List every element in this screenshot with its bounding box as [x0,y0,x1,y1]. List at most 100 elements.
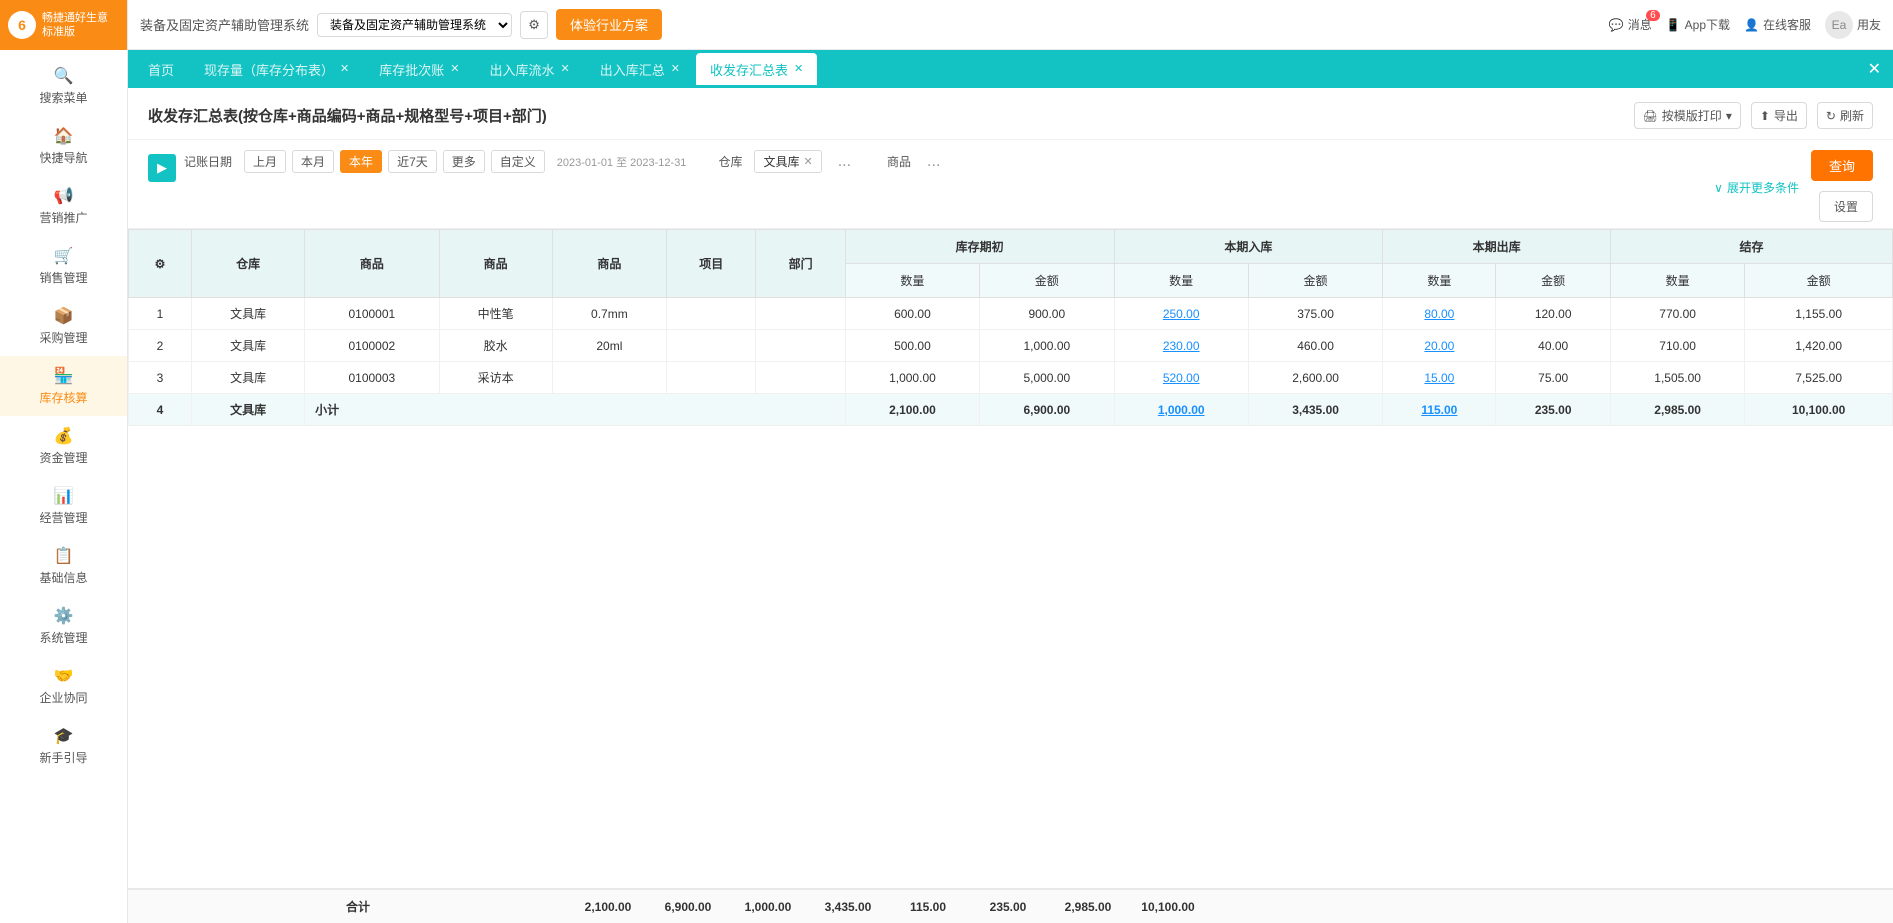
th-close-amt: 金额 [1745,264,1893,298]
th-product-code: 商品 [305,230,439,298]
cell-out-qty[interactable]: 15.00 [1383,362,1496,394]
sidebar-item-enterprise[interactable]: 🤝企业协同 [0,656,127,716]
subtotal-in-qty[interactable]: 1,000.00 [1114,394,1248,426]
cell-product-name: 中性笔 [439,298,552,330]
table-row: 3 文具库 0100003 采访本 1,000.00 5,000.00 520.… [129,362,1893,394]
date-btn-自定义[interactable]: 自定义 [491,150,545,173]
tab-inout-summary[interactable]: 出入库汇总 ✕ [586,53,694,85]
th-period-out: 本期出库 [1383,230,1611,264]
system-icon: ⚙️ [54,606,74,626]
tab-label: 出入库汇总 [600,60,665,79]
product-filter-label: 商品 [887,153,911,170]
cell-open-amt: 5,000.00 [980,362,1114,394]
filter-row-1: 记账日期 上月本月本年近7天更多自定义 2023-01-01 至 2023-12… [184,150,1799,173]
cell-in-amt: 2,600.00 [1248,362,1382,394]
expand-row: ∨ 展开更多条件 [184,173,1799,202]
tab-close-inventory-dist[interactable]: ✕ [340,64,349,75]
tab-collect-summary[interactable]: 收发存汇总表✕ [696,53,817,85]
warehouse-tag-close[interactable]: ✕ [803,155,812,168]
system-select[interactable]: 装备及固定资产辅助管理系统 [317,13,512,37]
page-inner: 收发存汇总表(按仓库+商品编码+商品+规格型号+项目+部门) 🖨 按模版打印 ▾… [128,88,1893,923]
filter-toggle-btn[interactable]: ▶ [148,154,176,182]
tab-close-inout-summary[interactable]: ✕ [671,64,680,75]
date-range-display: 2023-01-01 至 2023-12-31 [557,154,687,170]
user-avatar: Ea [1825,11,1853,39]
date-btn-本月[interactable]: 本月 [292,150,334,173]
message-btn[interactable]: 💬 消息 6 [1609,16,1652,33]
cell-in-qty[interactable]: 250.00 [1114,298,1248,330]
sidebar-item-newbie[interactable]: 🎓新手引导 [0,716,127,776]
cell-out-qty[interactable]: 20.00 [1383,330,1496,362]
th-project: 项目 [667,230,756,298]
sidebar-item-label: 资金管理 [39,449,87,466]
topbar-settings-btn[interactable]: ⚙ [520,11,548,39]
online-service-btn[interactable]: 👤 在线客服 [1744,16,1811,33]
date-btn-更多[interactable]: 更多 [443,150,485,173]
tab-batch[interactable]: 库存批次账✕ [365,53,473,85]
date-btn-上月[interactable]: 上月 [244,150,286,173]
tab-close-batch[interactable]: ✕ [450,64,459,75]
app-download-btn[interactable]: 📱 App下载 [1666,16,1730,33]
sidebar-item-label: 库存核算 [39,389,87,406]
cell-in-qty[interactable]: 230.00 [1114,330,1248,362]
sidebar-item-basic[interactable]: 📋基础信息 [0,536,127,596]
tabbar: 首页现存量（库存分布表）✕库存批次账✕出入库流水✕出入库汇总✕收发存汇总表✕✕ [128,50,1893,88]
page-actions: 🖨 按模版打印 ▾ ⬆ 导出 ↻ 刷新 [1634,102,1873,129]
sidebar-item-purchase[interactable]: 📦采购管理 [0,296,127,356]
logo-icon: 6 [8,11,36,39]
th-closing: 结存 [1610,230,1892,264]
tab-close-inout-flow[interactable]: ✕ [561,64,570,75]
cell-product-code: 0100001 [305,298,439,330]
warehouse-more-btn[interactable]: ... [834,153,855,171]
sidebar-item-label: 采购管理 [39,329,87,346]
cell-close-qty: 1,505.00 [1610,362,1744,394]
filter-settings-btn[interactable]: 设置 [1819,191,1873,222]
tab-home[interactable]: 首页 [134,53,188,85]
product-more-btn[interactable]: ... [923,153,944,171]
sales-icon: 🛒 [54,246,74,266]
sidebar-item-marketing[interactable]: 📢营销推广 [0,176,127,236]
tab-inout-flow[interactable]: 出入库流水✕ [475,53,583,85]
export-btn[interactable]: ⬆ 导出 [1751,102,1807,129]
table-header-row-1: ⚙ 仓库 商品 商品 商品 项目 部门 库存期初 本期入库 本期出库 结存 [129,230,1893,264]
cell-in-qty[interactable]: 520.00 [1114,362,1248,394]
date-btn-近7天[interactable]: 近7天 [388,150,437,173]
tab-inventory-dist[interactable]: 现存量（库存分布表）✕ [190,53,363,85]
topbar: 装备及固定资产辅助管理系统 装备及固定资产辅助管理系统 ⚙ 体验行业方案 💬 消… [128,0,1893,50]
sidebar-item-business[interactable]: 📊经营管理 [0,476,127,536]
table-row: 2 文具库 0100002 胶水 20ml 500.00 1,000.00 23… [129,330,1893,362]
sidebar-item-inventory[interactable]: 🏪库存核算 [0,356,127,416]
expand-conditions-btn[interactable]: ∨ 展开更多条件 [1714,179,1799,196]
th-opening-stock: 库存期初 [845,230,1114,264]
tab-close-collect-summary[interactable]: ✕ [794,64,803,75]
cell-out-qty[interactable]: 80.00 [1383,298,1496,330]
user-btn[interactable]: Ea 用友 [1825,11,1881,39]
th-in-qty: 数量 [1114,264,1248,298]
subtotal-out-qty[interactable]: 115.00 [1383,394,1496,426]
sidebar-item-label: 快捷导航 [39,149,87,166]
sidebar-item-finance[interactable]: 💰资金管理 [0,416,127,476]
sidebar-item-quicknav[interactable]: 🏠快捷导航 [0,116,127,176]
sidebar-item-sales[interactable]: 🛒 销售管理 [0,236,127,296]
warehouse-tag[interactable]: 文具库 ✕ [754,150,821,173]
experience-btn[interactable]: 体验行业方案 [556,9,662,40]
cell-out-amt: 75.00 [1496,362,1611,394]
print-btn[interactable]: 🖨 按模版打印 ▾ [1634,102,1741,129]
sidebar-item-label: 营销推广 [39,209,87,226]
table-row: 1 文具库 0100001 中性笔 0.7mm 600.00 900.00 25… [129,298,1893,330]
sidebar-item-label: 销售管理 [39,269,87,286]
refresh-btn[interactable]: ↻ 刷新 [1817,102,1873,129]
sidebar-item-search[interactable]: 🔍搜索菜单 [0,56,127,116]
sidebar-item-system[interactable]: ⚙️系统管理 [0,596,127,656]
cell-product-name: 采访本 [439,362,552,394]
query-btn[interactable]: 查询 [1811,150,1873,181]
subtotal-warehouse: 文具库 [192,394,305,426]
cell-open-amt: 900.00 [980,298,1114,330]
cell-product-spec: 0.7mm [552,298,666,330]
th-settings[interactable]: ⚙ [129,230,192,298]
filter-main: 记账日期 上月本月本年近7天更多自定义 2023-01-01 至 2023-12… [184,150,1799,202]
tabbar-close-btn[interactable]: ✕ [1862,59,1887,79]
date-btn-本年[interactable]: 本年 [340,150,382,173]
th-in-amt: 金额 [1248,264,1382,298]
footer-cells: 2,100.00 6,900.00 1,000.00 3,435.00 115.… [568,900,1873,914]
